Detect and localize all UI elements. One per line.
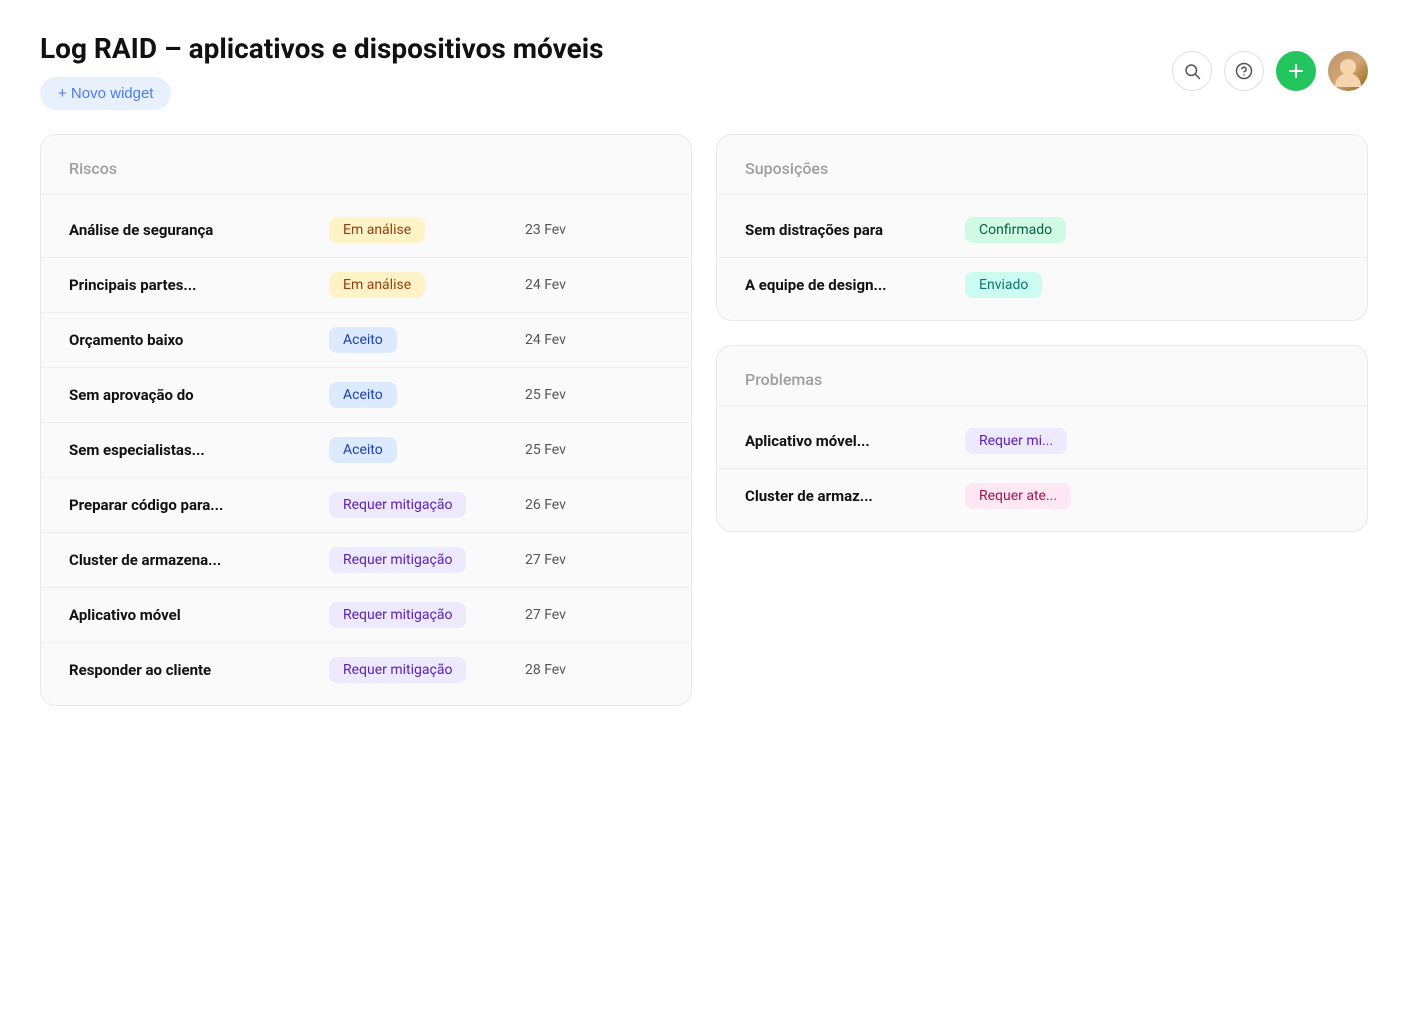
help-button[interactable]	[1224, 51, 1264, 91]
row-title: Orçamento baixo	[69, 331, 329, 349]
table-row[interactable]: A equipe de design... Enviado	[717, 258, 1367, 312]
table-row[interactable]: Aplicativo móvel... Requer mi...	[717, 414, 1367, 469]
row-date: 27 Fev	[525, 552, 605, 568]
header: Log RAID – aplicativos e dispositivos mó…	[40, 32, 1368, 110]
status-badge: Aceito	[329, 327, 397, 353]
avatar[interactable]	[1328, 51, 1368, 91]
row-title: A equipe de design...	[745, 276, 965, 294]
row-badge: Requer mitigação	[329, 602, 509, 628]
status-badge: Requer ate...	[965, 483, 1071, 509]
main-grid: Riscos Análise de segurança Em análise 2…	[40, 134, 1368, 706]
riscos-card: Riscos Análise de segurança Em análise 2…	[40, 134, 692, 706]
table-row[interactable]: Sem distrações para Confirmado	[717, 203, 1367, 258]
table-row[interactable]: Responder ao cliente Requer mitigação 28…	[41, 643, 691, 697]
row-date: 27 Fev	[525, 607, 605, 623]
table-row[interactable]: Cluster de armazena... Requer mitigação …	[41, 533, 691, 588]
row-date: 25 Fev	[525, 387, 605, 403]
status-badge: Aceito	[329, 382, 397, 408]
avatar-image	[1328, 51, 1368, 91]
status-badge: Requer mitigação	[329, 602, 466, 628]
row-badge: Aceito	[329, 437, 509, 463]
row-title: Cluster de armaz...	[745, 487, 965, 505]
table-row[interactable]: Aplicativo móvel Requer mitigação 27 Fev	[41, 588, 691, 643]
table-row[interactable]: Principais partes... Em análise 24 Fev	[41, 258, 691, 313]
row-date: 26 Fev	[525, 497, 605, 513]
problemas-card: Problemas Aplicativo móvel... Requer mi.…	[716, 345, 1368, 532]
status-badge: Enviado	[965, 272, 1042, 298]
status-badge: Em análise	[329, 272, 425, 298]
row-title: Cluster de armazena...	[69, 551, 329, 569]
status-badge: Confirmado	[965, 217, 1066, 243]
suposicoes-table: Sem distrações para Confirmado A equipe …	[717, 195, 1367, 320]
problemas-table: Aplicativo móvel... Requer mi... Cluster…	[717, 406, 1367, 531]
suposicoes-section-title: Suposições	[717, 135, 1367, 195]
table-row[interactable]: Orçamento baixo Aceito 24 Fev	[41, 313, 691, 368]
row-badge: Enviado	[965, 272, 1339, 298]
row-title: Preparar código para...	[69, 496, 329, 514]
row-badge: Confirmado	[965, 217, 1339, 243]
header-actions	[1172, 51, 1368, 91]
status-badge: Em análise	[329, 217, 425, 243]
riscos-table: Análise de segurança Em análise 23 Fev P…	[41, 195, 691, 705]
page-title: Log RAID – aplicativos e dispositivos mó…	[40, 32, 604, 65]
row-title: Principais partes...	[69, 276, 329, 294]
row-title: Aplicativo móvel	[69, 606, 329, 624]
row-date: 24 Fev	[525, 332, 605, 348]
row-date: 24 Fev	[525, 277, 605, 293]
row-title: Análise de segurança	[69, 221, 329, 239]
row-badge: Requer mitigação	[329, 492, 509, 518]
search-button[interactable]	[1172, 51, 1212, 91]
row-date: 28 Fev	[525, 662, 605, 678]
problemas-section-title: Problemas	[717, 346, 1367, 406]
table-row[interactable]: Sem aprovação do Aceito 25 Fev	[41, 368, 691, 423]
header-left: Log RAID – aplicativos e dispositivos mó…	[40, 32, 604, 110]
row-date: 25 Fev	[525, 442, 605, 458]
row-badge: Aceito	[329, 327, 509, 353]
row-title: Sem especialistas...	[69, 441, 329, 459]
row-date: 23 Fev	[525, 222, 605, 238]
row-badge: Aceito	[329, 382, 509, 408]
riscos-section-title: Riscos	[41, 135, 691, 195]
right-column: Suposições Sem distrações para Confirmad…	[716, 134, 1368, 532]
suposicoes-card: Suposições Sem distrações para Confirmad…	[716, 134, 1368, 321]
novo-widget-button[interactable]: + Novo widget	[40, 77, 171, 110]
row-badge: Requer mitigação	[329, 657, 509, 683]
table-row[interactable]: Análise de segurança Em análise 23 Fev	[41, 203, 691, 258]
row-badge: Em análise	[329, 272, 509, 298]
row-badge: Requer ate...	[965, 483, 1339, 509]
status-badge: Aceito	[329, 437, 397, 463]
status-badge: Requer mitigação	[329, 492, 466, 518]
table-row[interactable]: Cluster de armaz... Requer ate...	[717, 469, 1367, 523]
row-title: Sem aprovação do	[69, 386, 329, 404]
row-badge: Em análise	[329, 217, 509, 243]
search-icon	[1183, 62, 1201, 80]
row-badge: Requer mitigação	[329, 547, 509, 573]
row-title: Responder ao cliente	[69, 661, 329, 679]
status-badge: Requer mitigação	[329, 657, 466, 683]
table-row[interactable]: Preparar código para... Requer mitigação…	[41, 478, 691, 533]
add-button[interactable]	[1276, 51, 1316, 91]
help-icon	[1235, 62, 1253, 80]
row-title: Aplicativo móvel...	[745, 432, 965, 450]
status-badge: Requer mitigação	[329, 547, 466, 573]
status-badge: Requer mi...	[965, 428, 1067, 454]
table-row[interactable]: Sem especialistas... Aceito 25 Fev	[41, 423, 691, 478]
row-badge: Requer mi...	[965, 428, 1339, 454]
plus-icon	[1286, 61, 1306, 81]
row-title: Sem distrações para	[745, 221, 965, 239]
